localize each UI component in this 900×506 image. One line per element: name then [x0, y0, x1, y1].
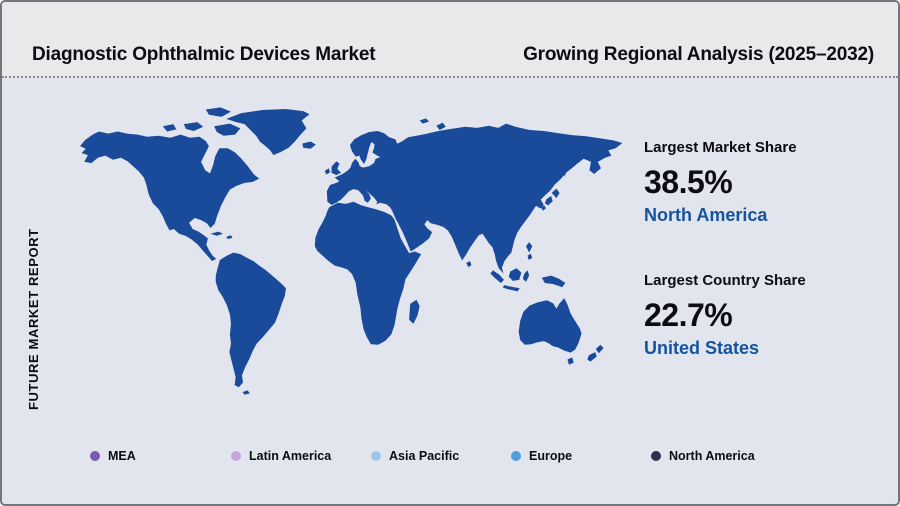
legend-dot-asia-pacific [371, 451, 381, 461]
stat-label: Largest Market Share [644, 139, 797, 156]
header-bar: Diagnostic Ophthalmic Devices Market Gro… [2, 2, 898, 78]
infographic-frame: Diagnostic Ophthalmic Devices Market Gro… [0, 0, 900, 506]
legend-dot-mea [90, 451, 100, 461]
page-title: Diagnostic Ophthalmic Devices Market [32, 44, 376, 65]
stat-region: United States [644, 338, 760, 358]
stat-country-share: Largest Country Share 22.7% United State… [644, 272, 884, 359]
stat-region: North America [644, 205, 768, 225]
stat-market-share: Largest Market Share 38.5% North America [644, 139, 884, 226]
world-map [58, 90, 624, 412]
legend-dot-north-america [651, 451, 661, 461]
stats-panel: Largest Market Share 38.5% North America… [644, 139, 884, 405]
legend-label: Europe [529, 449, 573, 463]
stat-value: 38.5% [644, 164, 733, 200]
legend-label: Asia Pacific [389, 449, 460, 463]
legend-item-latin-america: Latin America [231, 449, 331, 463]
legend-label: Latin America [249, 449, 332, 463]
legend-label: MEA [108, 449, 136, 463]
legend-item-north-america: North America [651, 449, 755, 463]
legend-label: North America [669, 449, 755, 463]
page-subtitle: Growing Regional Analysis (2025–2032) [523, 44, 874, 65]
brand-watermark: FUTURE MARKET REPORT [26, 228, 41, 410]
legend-item-mea: MEA [90, 449, 136, 463]
world-map-graphic [80, 107, 623, 395]
stat-value: 22.7% [644, 297, 733, 333]
stat-label: Largest Country Share [644, 272, 806, 289]
legend: MEA Latin America Asia Pacific Europe No… [2, 449, 898, 469]
legend-item-europe: Europe [511, 449, 572, 463]
legend-item-asia-pacific: Asia Pacific [371, 449, 459, 463]
legend-dot-latin-america [231, 451, 241, 461]
legend-dot-europe [511, 451, 521, 461]
